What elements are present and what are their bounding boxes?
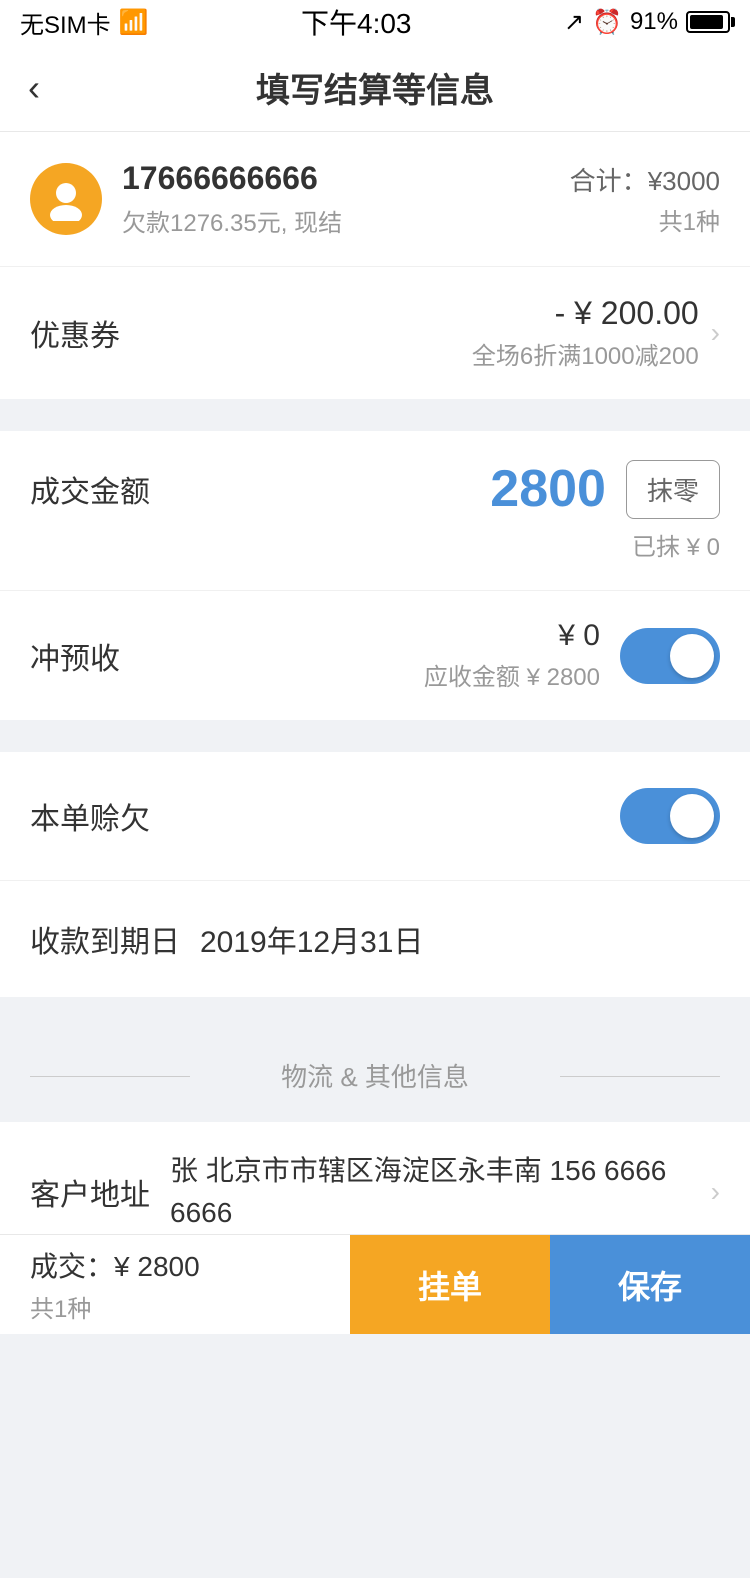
deal-count: 共1种	[30, 1289, 320, 1324]
alarm-icon: ⏰	[592, 8, 622, 37]
duedate-value: 2019年12月31日	[200, 917, 423, 961]
coupon-right-wrapper: - ¥ 200.00 全场6折满1000减200	[472, 295, 699, 371]
avatar	[30, 163, 102, 235]
wifi-icon: 📶	[119, 8, 149, 37]
round-button[interactable]: 抹零	[626, 460, 720, 519]
bottom-buttons: 挂单 保存	[350, 1235, 750, 1334]
amount-right: 2800 抹零	[490, 459, 720, 519]
deal-amount: ¥ 2800	[114, 1251, 200, 1282]
prepay-label: 冲预收	[30, 634, 120, 678]
avatar-icon	[44, 177, 88, 221]
total-count: 共1种	[570, 202, 720, 237]
logistics-title: 物流 & 其他信息	[281, 1057, 469, 1094]
location-icon: ↗	[564, 8, 584, 37]
divider-2	[0, 736, 750, 752]
battery-fill	[690, 15, 723, 29]
amount-sub: 已抹 ¥ 0	[30, 527, 720, 562]
amount-section: 成交金额 2800 抹零 已抹 ¥ 0 冲预收 ¥ 0 应收金额 ¥ 2800	[0, 431, 750, 720]
customer-right: 合计：¥3000 共1种	[570, 161, 720, 237]
status-right: ↗ ⏰ 91%	[564, 8, 730, 37]
amount-row: 成交金额 2800 抹零	[30, 459, 720, 519]
prepay-amount-wrapper: ¥ 0 应收金额 ¥ 2800	[424, 619, 600, 692]
prepay-amount: ¥ 0	[424, 619, 600, 653]
status-time: 下午4:03	[301, 2, 412, 42]
duedate-row: 收款到期日 2019年12月31日	[0, 880, 750, 997]
carrier-label: 无SIM卡	[20, 5, 111, 40]
customer-row: 17666666666 欠款1276.35元, 现结 合计：¥3000 共1种	[0, 132, 750, 266]
page-title: 填写结算等信息	[256, 63, 494, 112]
address-chevron-icon: ›	[711, 1176, 720, 1208]
status-bar: 无SIM卡 📶 下午4:03 ↗ ⏰ 91%	[0, 0, 750, 44]
pending-button[interactable]: 挂单	[350, 1235, 550, 1334]
coupon-label: 优惠券	[30, 311, 120, 355]
divider-3	[0, 1013, 750, 1029]
debt-label: 本单赊欠	[30, 794, 150, 838]
back-button[interactable]: ‹	[28, 67, 40, 109]
address-right: ›	[711, 1176, 720, 1208]
customer-section: 17666666666 欠款1276.35元, 现结 合计：¥3000 共1种 …	[0, 132, 750, 399]
coupon-right: - ¥ 200.00 全场6折满1000减200 ›	[472, 295, 720, 371]
content: 17666666666 欠款1276.35元, 现结 合计：¥3000 共1种 …	[0, 132, 750, 1578]
save-button[interactable]: 保存	[550, 1235, 750, 1334]
customer-info: 17666666666 欠款1276.35元, 现结	[122, 160, 342, 238]
prepay-row: 冲预收 ¥ 0 应收金额 ¥ 2800	[0, 590, 750, 720]
customer-phone: 17666666666	[122, 160, 342, 197]
duedate-label: 收款到期日	[30, 917, 180, 961]
status-left: 无SIM卡 📶	[20, 5, 149, 40]
coupon-discount: - ¥ 200.00	[472, 295, 699, 332]
amount-row-wrapper: 成交金额 2800 抹零 已抹 ¥ 0	[0, 431, 750, 590]
deal-info: 成交：¥ 2800	[30, 1245, 320, 1285]
prepay-right: ¥ 0 应收金额 ¥ 2800	[424, 619, 720, 692]
debt-row: 本单赊欠	[0, 752, 750, 880]
prepay-toggle[interactable]	[620, 628, 720, 684]
chevron-right-icon: ›	[711, 317, 720, 349]
debt-toggle[interactable]	[620, 788, 720, 844]
divider-1	[0, 415, 750, 431]
customer-left: 17666666666 欠款1276.35元, 现结	[30, 160, 342, 238]
amount-value: 2800	[490, 459, 606, 519]
logistics-header: 物流 & 其他信息	[0, 1029, 750, 1122]
prepay-sub: 应收金额 ¥ 2800	[424, 657, 600, 692]
battery-percent: 91%	[630, 8, 678, 36]
address-label: 客户地址	[30, 1170, 150, 1214]
coupon-row[interactable]: 优惠券 - ¥ 200.00 全场6折满1000减200 ›	[0, 266, 750, 399]
bottom-summary: 成交：¥ 2800 共1种	[0, 1245, 350, 1324]
battery-icon	[686, 11, 730, 33]
nav-bar: ‹ 填写结算等信息	[0, 44, 750, 132]
debt-section: 本单赊欠 收款到期日 2019年12月31日	[0, 752, 750, 997]
amount-label: 成交金额	[30, 467, 150, 511]
address-value: 张 北京市市辖区海淀区永丰南 156 6666 6666	[170, 1150, 711, 1234]
bottom-bar: 成交：¥ 2800 共1种 挂单 保存	[0, 1234, 750, 1334]
deal-label: 成交：	[30, 1251, 114, 1282]
coupon-desc: 全场6折满1000减200	[472, 336, 699, 371]
total-label: 合计：¥3000	[570, 161, 720, 198]
customer-debt: 欠款1276.35元, 现结	[122, 203, 342, 238]
